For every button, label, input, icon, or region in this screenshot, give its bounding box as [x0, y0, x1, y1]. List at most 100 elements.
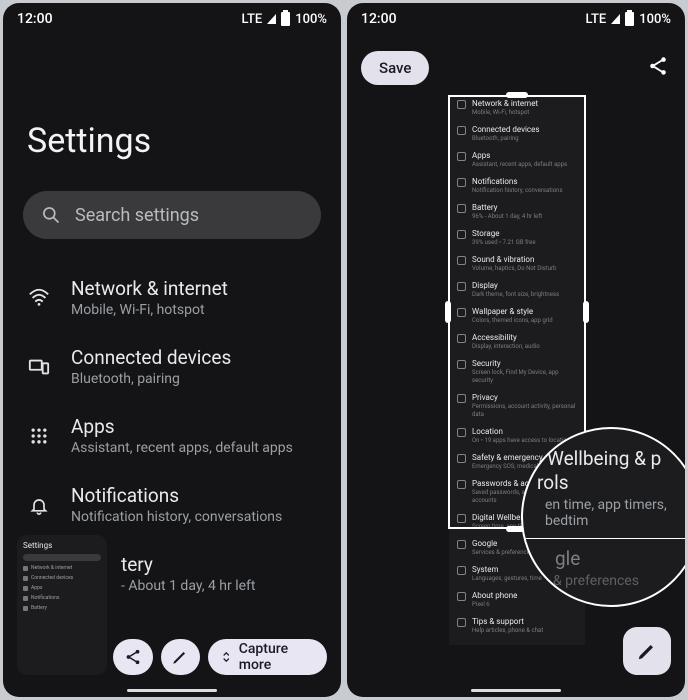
mini-subtitle: Dark theme, font size, brightness — [472, 291, 559, 299]
item-subtitle: Bluetooth, pairing — [71, 371, 231, 387]
gesture-bar[interactable] — [127, 689, 217, 692]
settings-item-apps[interactable]: Apps Assistant, recent apps, default apps — [3, 401, 341, 470]
mini-title: Notifications — [472, 177, 563, 187]
share-button[interactable] — [647, 55, 669, 77]
mini-title: Tips & support — [472, 617, 543, 627]
magnifier-text: & preferences — [553, 573, 639, 589]
magnifier-crop-line — [523, 538, 685, 539]
battery-icon — [625, 12, 634, 26]
settings-item-notifications[interactable]: Notifications Notification history, conve… — [3, 470, 341, 539]
mini-icon — [457, 204, 466, 213]
magnifier-text: rols — [537, 471, 569, 494]
mini-icon — [457, 334, 466, 343]
thumb-title: Settings — [23, 541, 101, 550]
status-bar: 12:00 LTE 100% — [3, 3, 341, 31]
mini-title: Battery — [472, 203, 542, 213]
mini-subtitle: Display, interaction, audio — [472, 343, 540, 351]
mini-settings-row: Sound & vibrationVolume, haptics, Do Not… — [449, 251, 585, 277]
mini-settings-row: Wallpaper & styleColors, themed icons, a… — [449, 303, 585, 329]
edit-button[interactable] — [161, 639, 201, 675]
status-battery: 100% — [639, 12, 671, 27]
apps-icon — [27, 426, 51, 446]
search-input[interactable]: Search settings — [23, 191, 321, 239]
status-network: LTE — [586, 12, 607, 27]
mini-icon — [457, 428, 466, 437]
mini-title: Storage — [472, 229, 536, 239]
mini-settings-row: Tips & supportHelp articles, phone & cha… — [449, 613, 585, 639]
mini-title: Connected devices — [472, 125, 539, 135]
item-title: Network & internet — [71, 277, 228, 300]
mini-settings-row: SecurityScreen lock, Find My Device, app… — [449, 355, 585, 389]
signal-icon — [611, 14, 620, 24]
mini-subtitle: Services & preferences — [472, 549, 533, 557]
settings-item-connected[interactable]: Connected devicesBluetooth, pairing — [3, 332, 341, 401]
mini-title: Privacy — [472, 393, 577, 403]
bell-icon — [27, 494, 51, 516]
mini-subtitle: Notification history, conversations — [472, 187, 563, 195]
mini-subtitle: Pixel 6 — [472, 601, 517, 609]
edit-fab-button[interactable] — [623, 627, 671, 675]
mini-icon — [457, 540, 466, 549]
magnifier-text: en time, app timers, bedtim — [545, 497, 685, 529]
mini-title: Display — [472, 281, 559, 291]
mini-subtitle: On • 19 apps have access to location — [472, 437, 570, 445]
share-button[interactable] — [113, 639, 153, 675]
item-subtitle: Mobile, Wi-Fi, hotspot — [71, 302, 228, 318]
mini-icon — [457, 178, 466, 187]
item-title: Apps — [71, 415, 293, 438]
page-title: Settings — [3, 31, 341, 191]
mini-subtitle: Assistant, recent apps, default apps — [472, 161, 567, 169]
mini-subtitle: Screen lock, Find My Device, app securit… — [472, 369, 577, 385]
screenshot-thumbnail[interactable]: Settings Network & internet Connected de… — [17, 535, 107, 675]
mini-settings-row: AccessibilityDisplay, interaction, audio — [449, 329, 585, 355]
mini-icon — [457, 360, 466, 369]
mini-subtitle: Volume, haptics, Do Not Disturb — [472, 265, 556, 273]
save-button[interactable]: Save — [361, 51, 429, 85]
settings-item-network[interactable]: Network & internet Mobile, Wi-Fi, hotspot — [3, 263, 341, 332]
item-subtitle: Notification history, conversations — [71, 509, 282, 525]
wifi-icon — [27, 287, 51, 309]
thumb-search — [23, 554, 101, 561]
mini-subtitle: 39% used • 7.21 GB free — [472, 239, 536, 247]
mini-subtitle: Bluetooth, pairing — [472, 135, 539, 143]
item-title: tery — [121, 553, 256, 576]
signal-icon — [267, 14, 276, 24]
mini-icon — [457, 394, 466, 403]
mini-settings-row: NotificationsNotification history, conve… — [449, 173, 585, 199]
capture-more-button[interactable]: Capture more — [208, 639, 327, 675]
item-subtitle: Assistant, recent apps, default apps — [71, 440, 293, 456]
phone-right: 12:00 LTE 100% Save Network & internetMo… — [347, 3, 685, 697]
search-icon — [41, 205, 61, 225]
magnifier-text: Wellbeing & p — [547, 447, 661, 470]
mini-subtitle: Languages, gestures, time — [472, 575, 542, 583]
gesture-bar[interactable] — [471, 689, 561, 692]
mini-subtitle: Mobile, Wi-Fi, hotspot — [472, 109, 538, 117]
mini-icon — [457, 126, 466, 135]
expand-icon — [220, 649, 233, 665]
mini-icon — [457, 152, 466, 161]
mini-icon — [457, 514, 466, 523]
screenshot-action-bar: Capture more — [113, 639, 327, 675]
magnifier-text: gle — [555, 547, 580, 570]
mini-icon — [457, 566, 466, 575]
mini-icon — [457, 592, 466, 601]
devices-icon — [27, 356, 51, 378]
item-title: Notifications — [71, 484, 282, 507]
mini-settings-row: DisplayDark theme, font size, brightness — [449, 277, 585, 303]
mini-subtitle: Permissions, account activity, personal … — [472, 403, 577, 419]
status-time: 12:00 — [17, 11, 53, 27]
mini-title: Network & internet — [472, 99, 538, 109]
mini-subtitle: 96% - About 1 day, 4 hr left — [472, 213, 542, 221]
mini-subtitle: Colors, themed icons, app grid — [472, 317, 553, 325]
mini-icon — [457, 256, 466, 265]
status-battery: 100% — [295, 12, 327, 27]
mini-title: System — [472, 565, 542, 575]
capture-more-label: Capture more — [239, 641, 315, 673]
mini-title: Wallpaper & style — [472, 307, 553, 317]
mini-title: About phone — [472, 591, 517, 601]
mini-icon — [457, 618, 466, 627]
mini-icon — [457, 282, 466, 291]
mini-settings-row: Storage39% used • 7.21 GB free — [449, 225, 585, 251]
mini-title: Sound & vibration — [472, 255, 556, 265]
mini-icon — [457, 230, 466, 239]
